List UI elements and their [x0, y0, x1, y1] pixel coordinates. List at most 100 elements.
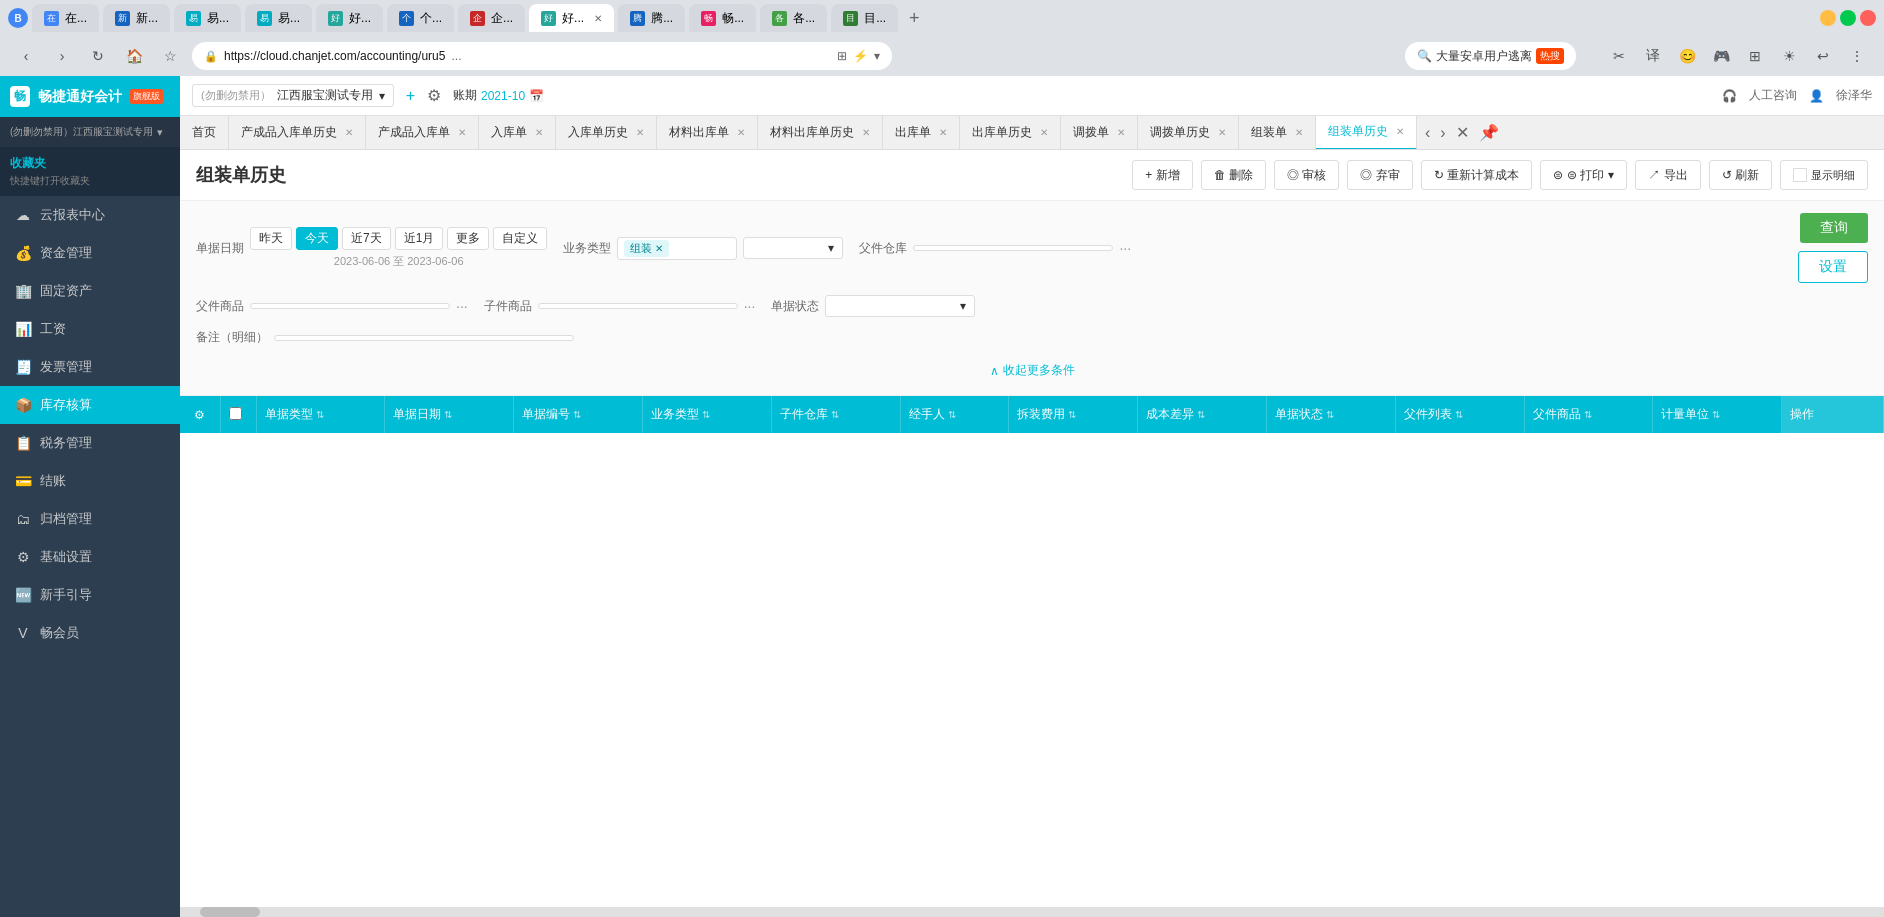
sidebar-item-fixed-assets[interactable]: 🏢 固定资产 [0, 272, 180, 310]
browser-tab-12[interactable]: 目目... [831, 4, 898, 32]
th-parent-goods[interactable]: 父件商品⇅ [1524, 396, 1653, 433]
url-bar[interactable]: 🔒 https://cloud.chanjet.com/accounting/u… [192, 42, 892, 70]
back-btn[interactable]: ‹ [12, 42, 40, 70]
tab-close-product-in[interactable]: ✕ [458, 127, 466, 138]
sidebar-item-archive[interactable]: 🗂 归档管理 [0, 500, 180, 538]
sidebar-item-fund[interactable]: 💰 资金管理 [0, 234, 180, 272]
tab-out-history[interactable]: 出库单历史✕ [960, 116, 1061, 150]
th-parent-list[interactable]: 父件列表⇅ [1395, 396, 1524, 433]
refresh-btn[interactable]: ↺ 刷新 [1709, 160, 1772, 190]
add-company-btn[interactable]: + [406, 87, 415, 105]
sidebar-item-invoice[interactable]: 🧾 发票管理 [0, 348, 180, 386]
set-btn[interactable]: 设置 [1798, 251, 1868, 283]
browser-tab-10[interactable]: 畅畅... [689, 4, 756, 32]
business-type-dropdown[interactable]: ▾ [743, 237, 843, 259]
tab-in-history[interactable]: 入库单历史✕ [556, 116, 657, 150]
tab-close-out[interactable]: ✕ [939, 127, 947, 138]
tab-close-out-history[interactable]: ✕ [1040, 127, 1048, 138]
th-checkbox[interactable] [220, 396, 256, 433]
date-btn-more[interactable]: 更多 [447, 227, 489, 250]
browser-tab-4[interactable]: 易易... [245, 4, 312, 32]
translate-tool[interactable]: 译 [1638, 41, 1668, 71]
date-btn-7days[interactable]: 近7天 [342, 227, 391, 250]
audit-btn[interactable]: ◎ 审核 [1274, 160, 1339, 190]
notes-input[interactable] [274, 335, 574, 341]
tab-in[interactable]: 入库单✕ [479, 116, 556, 150]
query-btn[interactable]: 查询 [1800, 213, 1868, 243]
browser-tab-8[interactable]: 好好...✕ [529, 4, 614, 32]
tab-product-in[interactable]: 产成品入库单✕ [366, 116, 479, 150]
export-btn[interactable]: ↗ 导出 [1635, 160, 1700, 190]
date-btn-yesterday[interactable]: 昨天 [250, 227, 292, 250]
browser-tab-3[interactable]: 易易... [174, 4, 241, 32]
th-bill-status[interactable]: 单据状态⇅ [1266, 396, 1395, 433]
period-calendar-icon[interactable]: 📅 [529, 89, 544, 103]
tab-close-icon[interactable]: ✕ [594, 13, 602, 24]
browser-tab-7[interactable]: 企企... [458, 4, 525, 32]
more-tool[interactable]: ⋮ [1842, 41, 1872, 71]
tab-close-in[interactable]: ✕ [535, 127, 543, 138]
collapse-btn[interactable]: ∧ 收起更多条件 [990, 362, 1075, 379]
tab-close-assemble[interactable]: ✕ [1295, 127, 1303, 138]
select-all-checkbox[interactable] [229, 407, 242, 420]
th-child-warehouse[interactable]: 子件仓库⇅ [771, 396, 900, 433]
show-detail-btn[interactable]: 显示明细 [1780, 160, 1868, 190]
scrollbar-horizontal[interactable] [180, 907, 1884, 917]
th-bill-date[interactable]: 单据日期⇅ [385, 396, 514, 433]
tab-close-material-out-history[interactable]: ✕ [862, 127, 870, 138]
tab-close-transfer[interactable]: ✕ [1117, 127, 1125, 138]
tab-assemble-history[interactable]: 组装单历史✕ [1316, 116, 1417, 150]
reload-btn[interactable]: ↻ [84, 42, 112, 70]
sidebar-item-payroll[interactable]: 📊 工资 [0, 310, 180, 348]
cut-tool[interactable]: ✂ [1604, 41, 1634, 71]
date-btn-today[interactable]: 今天 [296, 227, 338, 250]
sidebar-item-tax[interactable]: 📋 税务管理 [0, 424, 180, 462]
tab-transfer[interactable]: 调拨单✕ [1061, 116, 1138, 150]
bookmark-btn[interactable]: ☆ [156, 42, 184, 70]
browser-tab-5[interactable]: 好好... [316, 4, 383, 32]
th-bill-no[interactable]: 单据编号⇅ [514, 396, 643, 433]
date-btn-1month[interactable]: 近1月 [395, 227, 444, 250]
forward-btn[interactable]: › [48, 42, 76, 70]
sidebar-item-member[interactable]: V 畅会员 [0, 614, 180, 652]
parent-goods-input[interactable] [250, 303, 450, 309]
maximize-btn[interactable] [1840, 10, 1856, 26]
print-btn[interactable]: ⊜ ⊜ 打印 ▾ [1540, 160, 1627, 190]
extension-icon[interactable]: ⚡ [853, 49, 868, 63]
th-unit[interactable]: 计量单位⇅ [1653, 396, 1782, 433]
browser-tab-9[interactable]: 腾腾... [618, 4, 685, 32]
browser-tab-2[interactable]: 新新... [103, 4, 170, 32]
sidebar-item-settings[interactable]: ⚙ 基础设置 [0, 538, 180, 576]
browser-tab-6[interactable]: 个个... [387, 4, 454, 32]
delete-btn[interactable]: 🗑 删除 [1201, 160, 1266, 190]
company-selector[interactable]: (勿删勿禁用） 江西服宝测试专用 ▾ [192, 84, 394, 107]
tab-home[interactable]: 首页 [180, 116, 229, 150]
th-bill-type[interactable]: 单据类型⇅ [256, 396, 385, 433]
theme-tool[interactable]: ☀ [1774, 41, 1804, 71]
th-business-type[interactable]: 业务类型⇅ [643, 396, 772, 433]
tabs-next[interactable]: › [1436, 124, 1449, 142]
tabs-pin[interactable]: 📌 [1475, 123, 1503, 142]
th-disassemble-fee[interactable]: 拆装费用⇅ [1009, 396, 1138, 433]
order-status-select[interactable]: ▾ [825, 295, 975, 317]
tab-close-in-history[interactable]: ✕ [636, 127, 644, 138]
new-tab-btn[interactable]: + [902, 6, 926, 30]
add-btn[interactable]: + 新增 [1132, 160, 1192, 190]
tab-out[interactable]: 出库单✕ [883, 116, 960, 150]
minimize-btn[interactable] [1820, 10, 1836, 26]
sidebar-item-inventory[interactable]: 📦 库存核算 [0, 386, 180, 424]
parent-goods-more[interactable]: ··· [456, 298, 468, 314]
emoji-tool[interactable]: 😊 [1672, 41, 1702, 71]
date-btn-custom[interactable]: 自定义 [493, 227, 547, 250]
tab-close-product-in-history[interactable]: ✕ [345, 127, 353, 138]
tab-close-material-out[interactable]: ✕ [737, 127, 745, 138]
browser-tab-1[interactable]: 在在... [32, 4, 99, 32]
search-box[interactable]: 🔍 大量安卓用户逃离 热搜 [1405, 42, 1576, 70]
child-goods-more[interactable]: ··· [744, 298, 756, 314]
settings-btn[interactable]: ⚙ [427, 86, 441, 105]
sidebar-favorites[interactable]: 收藏夹 快捷键打开收藏夹 [0, 147, 180, 196]
game-tool[interactable]: 🎮 [1706, 41, 1736, 71]
business-type-tag-remove[interactable]: ✕ [655, 243, 663, 254]
dropdown-icon[interactable]: ▾ [874, 49, 880, 63]
sidebar-item-guide[interactable]: 🆕 新手引导 [0, 576, 180, 614]
